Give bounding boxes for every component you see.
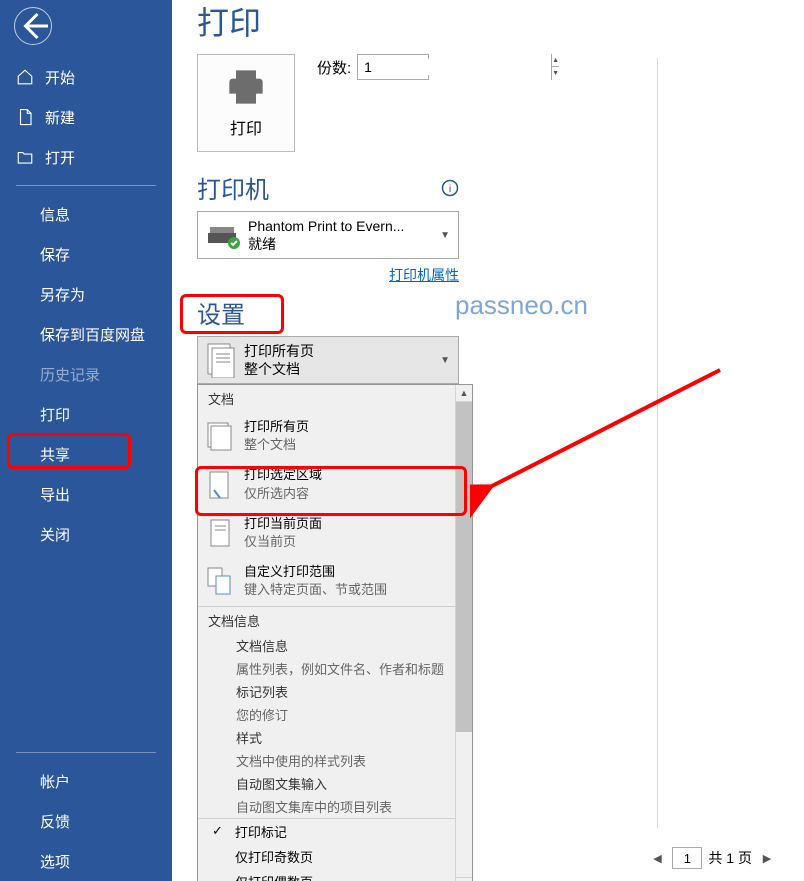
nav-feedback[interactable]: 反馈: [0, 801, 172, 841]
nav-label: 反馈: [40, 811, 70, 832]
printer-name: Phantom Print to Evern...: [248, 217, 440, 235]
option-marks-list[interactable]: 标记列表: [198, 680, 472, 703]
print-range-selector[interactable]: 打印所有页 整个文档 ▼: [197, 336, 459, 384]
option-revisions-sub: 您的修订: [198, 703, 472, 726]
nav-label: 共享: [40, 444, 70, 465]
print-button-label: 打印: [230, 115, 262, 139]
nav-close[interactable]: 关闭: [0, 514, 172, 554]
option-docinfo-sub: 属性列表，例如文件名、作者和标题: [198, 657, 472, 680]
nav-label: 另存为: [40, 284, 85, 305]
nav-label: 开始: [45, 67, 75, 88]
nav-export[interactable]: 导出: [0, 474, 172, 514]
svg-text:i: i: [449, 182, 451, 194]
range-title: 打印所有页: [244, 342, 432, 360]
range-sub: 整个文档: [244, 360, 432, 378]
option-odd-pages[interactable]: 仅打印奇数页: [198, 844, 472, 869]
home-icon: [16, 68, 34, 86]
document-icon: [206, 518, 234, 548]
dropdown-scrollbar[interactable]: ▲ ▼: [455, 385, 472, 881]
scroll-thumb[interactable]: [456, 402, 472, 732]
nav-label: 打开: [45, 147, 75, 168]
document-cursor-icon: [206, 470, 234, 500]
scroll-up-button[interactable]: ▲: [456, 385, 472, 402]
printer-properties-link[interactable]: 打印机属性: [197, 265, 459, 285]
option-autotext[interactable]: 自动图文集输入: [198, 772, 472, 795]
chevron-down-icon: ▼: [440, 355, 450, 366]
chevron-down-icon: ▼: [440, 230, 450, 241]
nav-history: 历史记录: [0, 354, 172, 394]
option-print-current-page[interactable]: 打印当前页面仅当前页: [198, 509, 472, 557]
print-button[interactable]: 打印: [197, 54, 295, 152]
copies-spin-up[interactable]: ▲: [551, 54, 559, 67]
nav-options[interactable]: 选项: [0, 841, 172, 881]
page-title: 打印: [197, 0, 804, 44]
print-preview-area: [657, 58, 804, 828]
option-even-pages[interactable]: 仅打印偶数页: [198, 869, 472, 881]
nav-label: 信息: [40, 204, 70, 225]
page-total-label: 共 1 页: [708, 848, 752, 868]
nav-print[interactable]: 打印: [0, 394, 172, 434]
checkmark-icon: ✓: [212, 823, 223, 839]
nav-share[interactable]: 共享: [0, 434, 172, 474]
nav-save[interactable]: 保存: [0, 234, 172, 274]
printer-status-icon: [206, 221, 242, 249]
nav-new[interactable]: 新建: [0, 97, 172, 137]
option-styles[interactable]: 样式: [198, 726, 472, 749]
option-print-all-pages[interactable]: 打印所有页整个文档: [198, 412, 472, 460]
folder-icon: [16, 148, 34, 166]
nav-home[interactable]: 开始: [0, 57, 172, 97]
nav-label: 导出: [40, 484, 70, 505]
nav-label: 打印: [40, 404, 70, 425]
watermark: passneo.cn: [455, 290, 588, 321]
option-custom-range[interactable]: 自定义打印范围键入特定页面、节或范围: [198, 557, 472, 605]
copies-input[interactable]: ▲ ▼: [357, 54, 429, 80]
copies-field[interactable]: [358, 59, 551, 75]
option-autotext-sub: 自动图文集库中的项目列表: [198, 795, 472, 818]
nav-label: 保存到百度网盘: [40, 324, 145, 345]
divider: [16, 752, 156, 753]
option-docinfo[interactable]: 文档信息: [198, 634, 472, 657]
copies-label: 份数:: [317, 57, 351, 78]
print-backstage-main: 打印 打印 份数: ▲ ▼ 打印机 i: [172, 0, 804, 881]
document-icon: [206, 421, 234, 451]
settings-section-label: 设置: [197, 295, 459, 330]
print-range-dropdown: ▲ ▼ 文档 打印所有页整个文档 打印选定区域仅所选内容 打印当前页面仅当前页 …: [197, 384, 473, 881]
printer-section-label: 打印机 i: [197, 170, 459, 205]
file-icon: [16, 108, 34, 126]
printer-selector[interactable]: Phantom Print to Evern... 就绪 ▼: [197, 211, 459, 259]
nav-label: 历史记录: [40, 364, 100, 385]
info-icon[interactable]: i: [441, 179, 459, 197]
divider: [16, 185, 156, 186]
option-print-selection[interactable]: 打印选定区域仅所选内容: [198, 460, 472, 508]
scroll-down-button[interactable]: ▼: [456, 877, 472, 881]
copies-spin-down[interactable]: ▼: [551, 67, 559, 80]
dropdown-section-doc: 文档: [198, 385, 472, 412]
nav-account[interactable]: 帐户: [0, 761, 172, 801]
nav-label: 关闭: [40, 524, 70, 545]
nav-info[interactable]: 信息: [0, 194, 172, 234]
option-styles-sub: 文档中使用的样式列表: [198, 749, 472, 772]
nav-saveas[interactable]: 另存为: [0, 274, 172, 314]
printer-icon: [226, 67, 266, 107]
printer-status: 就绪: [248, 235, 440, 253]
nav-label: 帐户: [40, 771, 70, 792]
nav-savebaidu[interactable]: 保存到百度网盘: [0, 314, 172, 354]
nav-label: 保存: [40, 244, 70, 265]
document-icon: [206, 342, 236, 378]
backstage-sidebar: 开始 新建 打开 信息 保存 另存为 保存到百度网盘 历史记录 打印 共享 导出…: [0, 0, 172, 881]
nav-label: 新建: [45, 107, 75, 128]
page-number-input[interactable]: [672, 847, 702, 869]
back-button[interactable]: [14, 7, 52, 45]
document-range-icon: [206, 566, 234, 596]
nav-label: 选项: [40, 851, 70, 872]
dropdown-section-docinfo: 文档信息: [198, 606, 472, 634]
page-next-button[interactable]: ▶: [758, 848, 776, 868]
nav-open[interactable]: 打开: [0, 137, 172, 177]
page-prev-button[interactable]: ◀: [648, 848, 666, 868]
option-print-marks[interactable]: ✓打印标记: [198, 819, 472, 844]
page-navigator: ◀ 共 1 页 ▶: [648, 847, 776, 869]
